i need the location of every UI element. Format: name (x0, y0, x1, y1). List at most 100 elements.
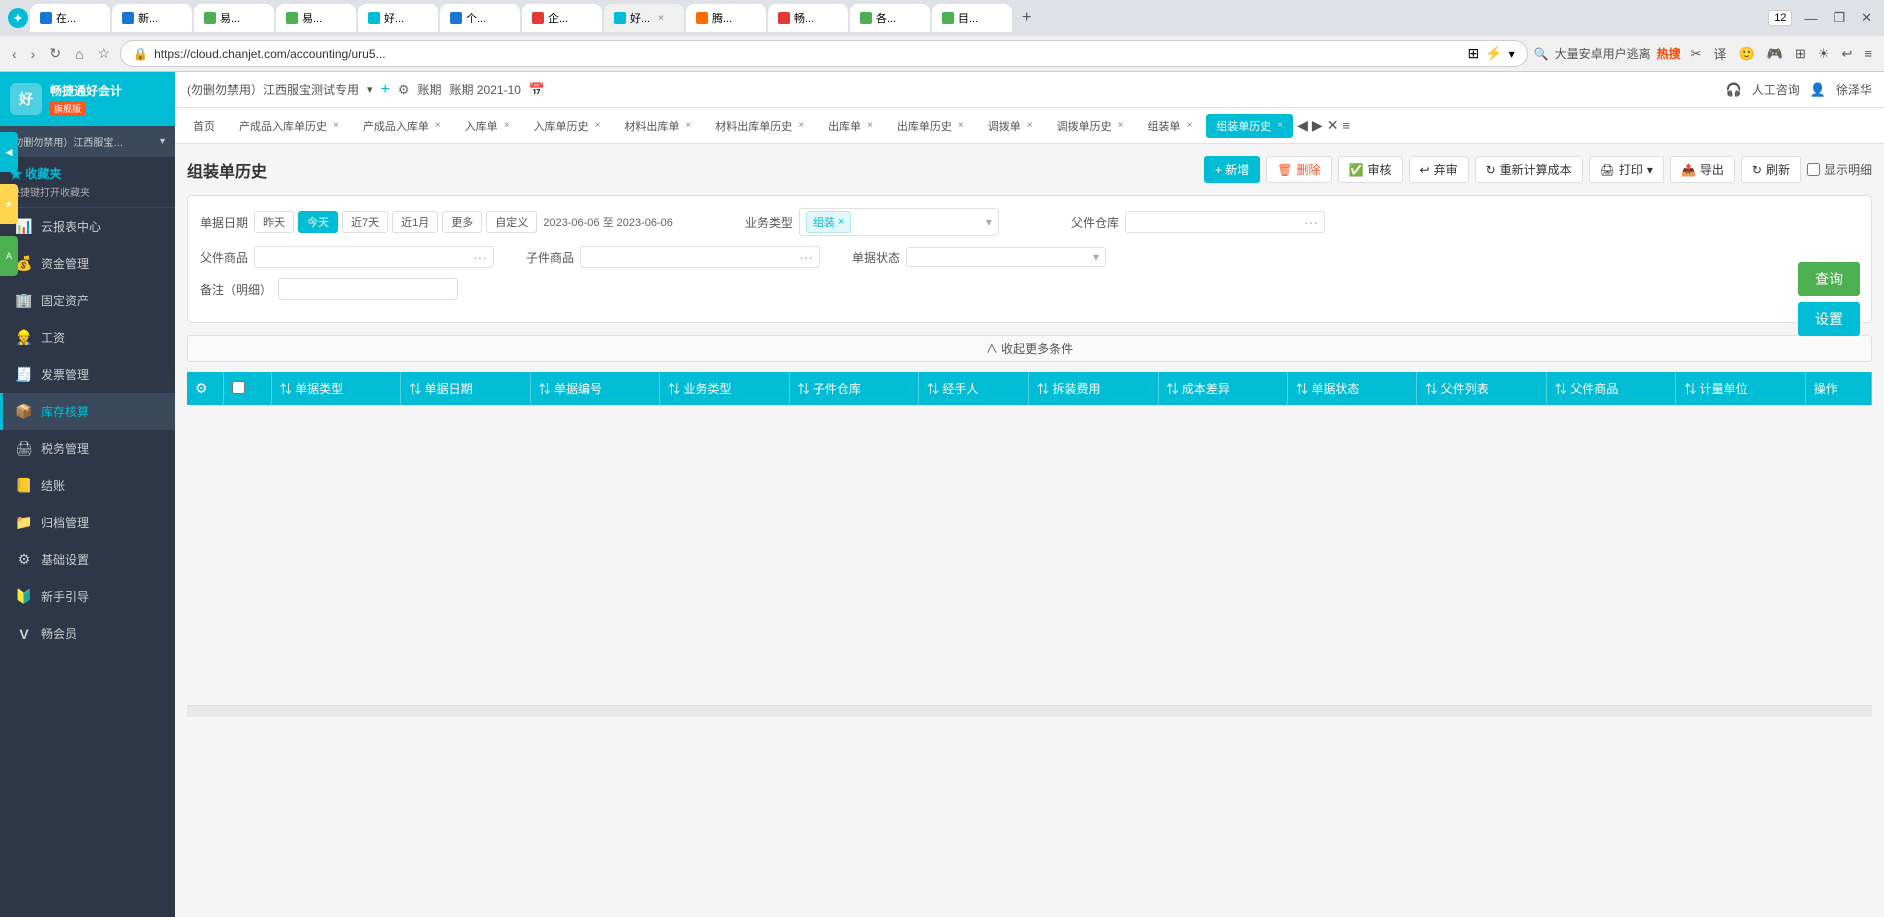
edge-icon-2[interactable]: ★ (0, 184, 18, 224)
new-btn[interactable]: + 新增 (1204, 156, 1260, 183)
browser-tab-9[interactable]: 腾... (686, 4, 766, 32)
col-unit[interactable]: ⇅ 计量单位 (1676, 372, 1805, 405)
sidebar-item-member[interactable]: V 畅会员 (0, 615, 175, 652)
tab-material-outbound-history[interactable]: 材料出库单历史 × (705, 114, 814, 138)
bill-status-input-area[interactable]: ▾ (906, 247, 1106, 267)
browser-tab-3[interactable]: 易... (194, 4, 274, 32)
edge-icon-1[interactable]: ◀ (0, 132, 18, 172)
parent-warehouse-dots[interactable]: ··· (1304, 214, 1318, 230)
col-disassemble-fee[interactable]: ⇅ 拆装费用 (1029, 372, 1158, 405)
settings-gear-btn[interactable]: ⚙ (398, 82, 410, 98)
parent-goods-dots[interactable]: ··· (473, 249, 487, 265)
sidebar-item-assets[interactable]: 🏢 固定资产 (0, 282, 175, 319)
sidebar-company[interactable]: (勿删勿禁用）江西服宝测试专用 ▾ (0, 126, 175, 157)
undo-btn[interactable]: ↩ (1838, 44, 1857, 64)
scissors-btn[interactable]: ✂ (1687, 44, 1706, 64)
col-bill-type[interactable]: ⇅ 单据类型 (271, 372, 400, 405)
browser-tab-1[interactable]: 在... (30, 4, 110, 32)
col-parent-list[interactable]: ⇅ 父件列表 (1417, 372, 1546, 405)
sidebar-item-archive[interactable]: 📁 归档管理 (0, 504, 175, 541)
child-goods-dots[interactable]: ··· (799, 249, 813, 265)
col-bill-date[interactable]: ⇅ 单据日期 (401, 372, 530, 405)
show-detail-checkbox[interactable] (1807, 163, 1820, 176)
grid-btn[interactable]: ⊞ (1791, 44, 1810, 64)
browser-tab-6[interactable]: 个... (440, 4, 520, 32)
menu-btn[interactable]: ≡ (1860, 44, 1876, 63)
close-button[interactable]: ✕ (1857, 8, 1876, 28)
tab-outbound[interactable]: 出库单 × (818, 114, 883, 138)
tab-product-inbound-history[interactable]: 产成品入库单历史 × (229, 114, 349, 138)
tab-nav-left[interactable]: ◀ (1297, 117, 1308, 134)
browser-tab-4[interactable]: 易... (276, 4, 356, 32)
today-btn[interactable]: 今天 (298, 211, 338, 233)
sun-btn[interactable]: ☀ (1814, 44, 1834, 64)
game-btn[interactable]: 🎮 (1763, 44, 1787, 64)
tab-material-outbound[interactable]: 材料出库单 × (614, 114, 701, 138)
child-goods-input-area[interactable]: ··· (580, 246, 820, 268)
set-btn[interactable]: 设置 (1798, 302, 1860, 336)
select-all-checkbox[interactable] (232, 381, 245, 394)
refresh-btn[interactable]: ↻ 刷新 (1741, 156, 1801, 183)
minimize-button[interactable]: — (1800, 9, 1821, 28)
browser-tab-2[interactable]: 新... (112, 4, 192, 32)
abandon-btn[interactable]: ↩ 弃审 (1409, 156, 1469, 183)
1month-btn[interactable]: 近1月 (392, 211, 438, 233)
business-type-input-area[interactable]: 组装 × ▾ (799, 208, 999, 236)
7days-btn[interactable]: 近7天 (342, 211, 388, 233)
calendar-icon[interactable]: 📅 (529, 82, 545, 98)
col-bill-no[interactable]: ⇅ 单据编号 (530, 372, 659, 405)
sidebar-item-tax[interactable]: 🖨 税务管理 (0, 430, 175, 467)
reload-button[interactable]: ↻ (45, 43, 65, 64)
print-btn[interactable]: 🖨 打印 ▾ (1589, 156, 1664, 183)
add-company-btn[interactable]: + (381, 81, 390, 99)
back-button[interactable]: ‹ (8, 44, 21, 64)
scroll-bar-container[interactable] (187, 705, 1872, 717)
remarks-input[interactable] (278, 278, 458, 300)
tab-outbound-history[interactable]: 出库单历史 × (887, 114, 974, 138)
tab-settings-icon[interactable]: ≡ (1342, 118, 1350, 133)
forward-button[interactable]: › (27, 44, 40, 64)
parent-goods-input-area[interactable]: ··· (254, 246, 494, 268)
tab-assembly-history[interactable]: 组装单历史 × (1206, 114, 1293, 138)
parent-warehouse-input-area[interactable]: ··· (1125, 211, 1325, 233)
yesterday-btn[interactable]: 昨天 (254, 211, 294, 233)
tab-transfer[interactable]: 调拨单 × (978, 114, 1043, 138)
bookmark-title[interactable]: ★ 收藏夹 (10, 165, 165, 182)
customer-service-link[interactable]: 人工咨询 (1752, 81, 1800, 98)
browser-tab-12[interactable]: 目... (932, 4, 1012, 32)
browser-tab-10[interactable]: 畅... (768, 4, 848, 32)
tab-inbound-history[interactable]: 入库单历史 × (524, 114, 611, 138)
address-bar[interactable]: 🔒 https://cloud.chanjet.com/accounting/u… (120, 40, 1528, 67)
sidebar-item-salary[interactable]: 👷 工资 (0, 319, 175, 356)
sidebar-item-settle[interactable]: 📒 结账 (0, 467, 175, 504)
tab-assembly[interactable]: 组装单 × (1137, 114, 1202, 138)
col-business-type[interactable]: ⇅ 业务类型 (660, 372, 789, 405)
more-btn[interactable]: 更多 (442, 211, 482, 233)
tab-inbound[interactable]: 入库单 × (455, 114, 520, 138)
table-settings-icon[interactable]: ⚙ (195, 380, 208, 396)
bookmark-button[interactable]: ☆ (94, 43, 115, 64)
dropdown-icon[interactable]: ▾ (1509, 47, 1515, 61)
bookmark-sub[interactable]: 快捷键打开收藏夹 (10, 184, 165, 199)
col-parent-goods[interactable]: ⇅ 父件商品 (1546, 372, 1675, 405)
audit-btn[interactable]: ✅ 审核 (1338, 156, 1403, 183)
sidebar-item-guide[interactable]: 🔰 新手引导 (0, 578, 175, 615)
sidebar-item-invoice[interactable]: 🧾 发票管理 (0, 356, 175, 393)
emoji-btn[interactable]: 🙂 (1735, 44, 1759, 64)
new-tab-button[interactable]: + (1014, 5, 1039, 31)
sidebar-item-finance[interactable]: 💰 资金管理 (0, 245, 175, 282)
tab-home[interactable]: 首页 (183, 114, 225, 138)
recalculate-btn[interactable]: ↻ 重新计算成本 (1475, 156, 1583, 183)
browser-tab-7[interactable]: 企... (522, 4, 602, 32)
translate-btn[interactable]: 译 (1710, 42, 1731, 65)
sidebar-item-settings[interactable]: ⚙ 基础设置 (0, 541, 175, 578)
collapse-bar[interactable]: ∧ 收起更多条件 (187, 335, 1872, 362)
delete-btn[interactable]: 🗑 删除 (1266, 156, 1331, 183)
tab-product-inbound[interactable]: 产成品入库单 × (353, 114, 451, 138)
business-type-tag-close[interactable]: × (838, 216, 844, 228)
home-button[interactable]: ⌂ (71, 44, 87, 64)
sidebar-item-reports[interactable]: 📊 云报表中心 (0, 208, 175, 245)
tab-nav-right[interactable]: ▶ (1312, 117, 1323, 134)
query-btn[interactable]: 查询 (1798, 262, 1860, 296)
sidebar-item-inventory[interactable]: 📦 库存核算 (0, 393, 175, 430)
